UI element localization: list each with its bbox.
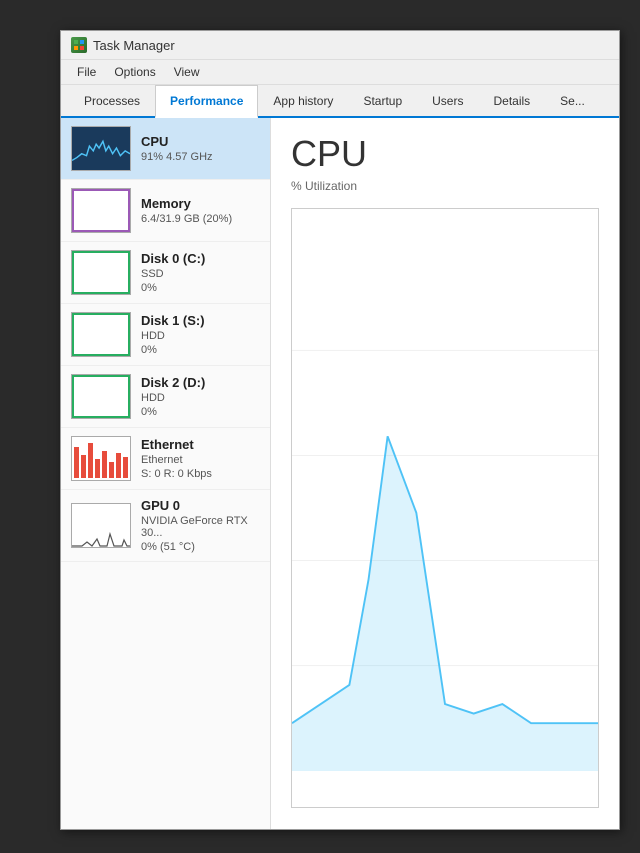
gpu0-info: GPU 0 NVIDIA GeForce RTX 30... 0% (51 °C…	[141, 498, 260, 553]
cpu-info: CPU 91% 4.57 GHz	[141, 134, 260, 163]
app-icon	[71, 37, 87, 53]
ethernet-name: Ethernet	[141, 437, 260, 452]
disk2-info: Disk 2 (D:) HDD 0%	[141, 375, 260, 418]
menu-bar: File Options View	[61, 60, 619, 85]
tab-apphistory[interactable]: App history	[258, 85, 348, 118]
main-title: CPU	[291, 133, 599, 175]
sidebar-item-ethernet[interactable]: Ethernet Ethernet S: 0 R: 0 Kbps	[61, 428, 270, 490]
sidebar-item-disk2[interactable]: Disk 2 (D:) HDD 0%	[61, 366, 270, 428]
sidebar-item-gpu0[interactable]: GPU 0 NVIDIA GeForce RTX 30... 0% (51 °C…	[61, 490, 270, 562]
disk2-name: Disk 2 (D:)	[141, 375, 260, 390]
disk2-detail2: 0%	[141, 406, 260, 418]
ethernet-detail1: Ethernet	[141, 454, 260, 466]
memory-detail: 6.4/31.9 GB (20%)	[141, 213, 260, 225]
cpu-thumbnail	[71, 126, 131, 171]
tab-users[interactable]: Users	[417, 85, 478, 118]
disk0-thumbnail	[71, 250, 131, 295]
disk1-detail2: 0%	[141, 344, 260, 356]
title-bar: Task Manager	[61, 31, 619, 60]
ethernet-thumbnail	[71, 436, 131, 481]
ethernet-info: Ethernet Ethernet S: 0 R: 0 Kbps	[141, 437, 260, 480]
tab-services[interactable]: Se...	[545, 85, 600, 118]
ethernet-detail2: S: 0 R: 0 Kbps	[141, 468, 260, 480]
disk1-detail1: HDD	[141, 330, 260, 342]
main-subtitle: % Utilization	[291, 179, 599, 193]
disk0-detail1: SSD	[141, 268, 260, 280]
disk1-info: Disk 1 (S:) HDD 0%	[141, 313, 260, 356]
sidebar: CPU 91% 4.57 GHz Memory 6.4/31.9 GB (20%…	[61, 118, 271, 829]
disk2-detail1: HDD	[141, 392, 260, 404]
main-panel: CPU % Utilization	[271, 118, 619, 829]
cpu-chart-container	[291, 208, 599, 808]
sidebar-item-memory[interactable]: Memory 6.4/31.9 GB (20%)	[61, 180, 270, 242]
menu-file[interactable]: File	[69, 62, 104, 82]
disk2-thumbnail	[71, 374, 131, 419]
tab-startup[interactable]: Startup	[348, 85, 417, 118]
content-area: CPU 91% 4.57 GHz Memory 6.4/31.9 GB (20%…	[61, 118, 619, 829]
tab-processes[interactable]: Processes	[69, 85, 155, 118]
sidebar-item-disk0[interactable]: Disk 0 (C:) SSD 0%	[61, 242, 270, 304]
tab-bar: Processes Performance App history Startu…	[61, 85, 619, 118]
window-title: Task Manager	[93, 38, 175, 53]
sidebar-item-cpu[interactable]: CPU 91% 4.57 GHz	[61, 118, 270, 180]
memory-info: Memory 6.4/31.9 GB (20%)	[141, 196, 260, 225]
sidebar-item-disk1[interactable]: Disk 1 (S:) HDD 0%	[61, 304, 270, 366]
menu-view[interactable]: View	[166, 62, 208, 82]
disk0-info: Disk 0 (C:) SSD 0%	[141, 251, 260, 294]
tab-details[interactable]: Details	[478, 85, 545, 118]
gpu0-thumbnail	[71, 503, 131, 548]
disk0-detail2: 0%	[141, 282, 260, 294]
cpu-detail: 91% 4.57 GHz	[141, 151, 260, 163]
disk1-thumbnail	[71, 312, 131, 357]
task-manager-window: Task Manager File Options View Processes…	[60, 30, 620, 830]
disk0-name: Disk 0 (C:)	[141, 251, 260, 266]
gpu0-name: GPU 0	[141, 498, 260, 513]
memory-thumbnail	[71, 188, 131, 233]
menu-options[interactable]: Options	[106, 62, 163, 82]
cpu-utilization-chart	[291, 208, 599, 808]
disk1-name: Disk 1 (S:)	[141, 313, 260, 328]
gpu0-detail1: NVIDIA GeForce RTX 30...	[141, 515, 260, 539]
gpu0-detail2: 0% (51 °C)	[141, 541, 260, 553]
tab-performance[interactable]: Performance	[155, 85, 258, 118]
memory-name: Memory	[141, 196, 260, 211]
cpu-name: CPU	[141, 134, 260, 149]
